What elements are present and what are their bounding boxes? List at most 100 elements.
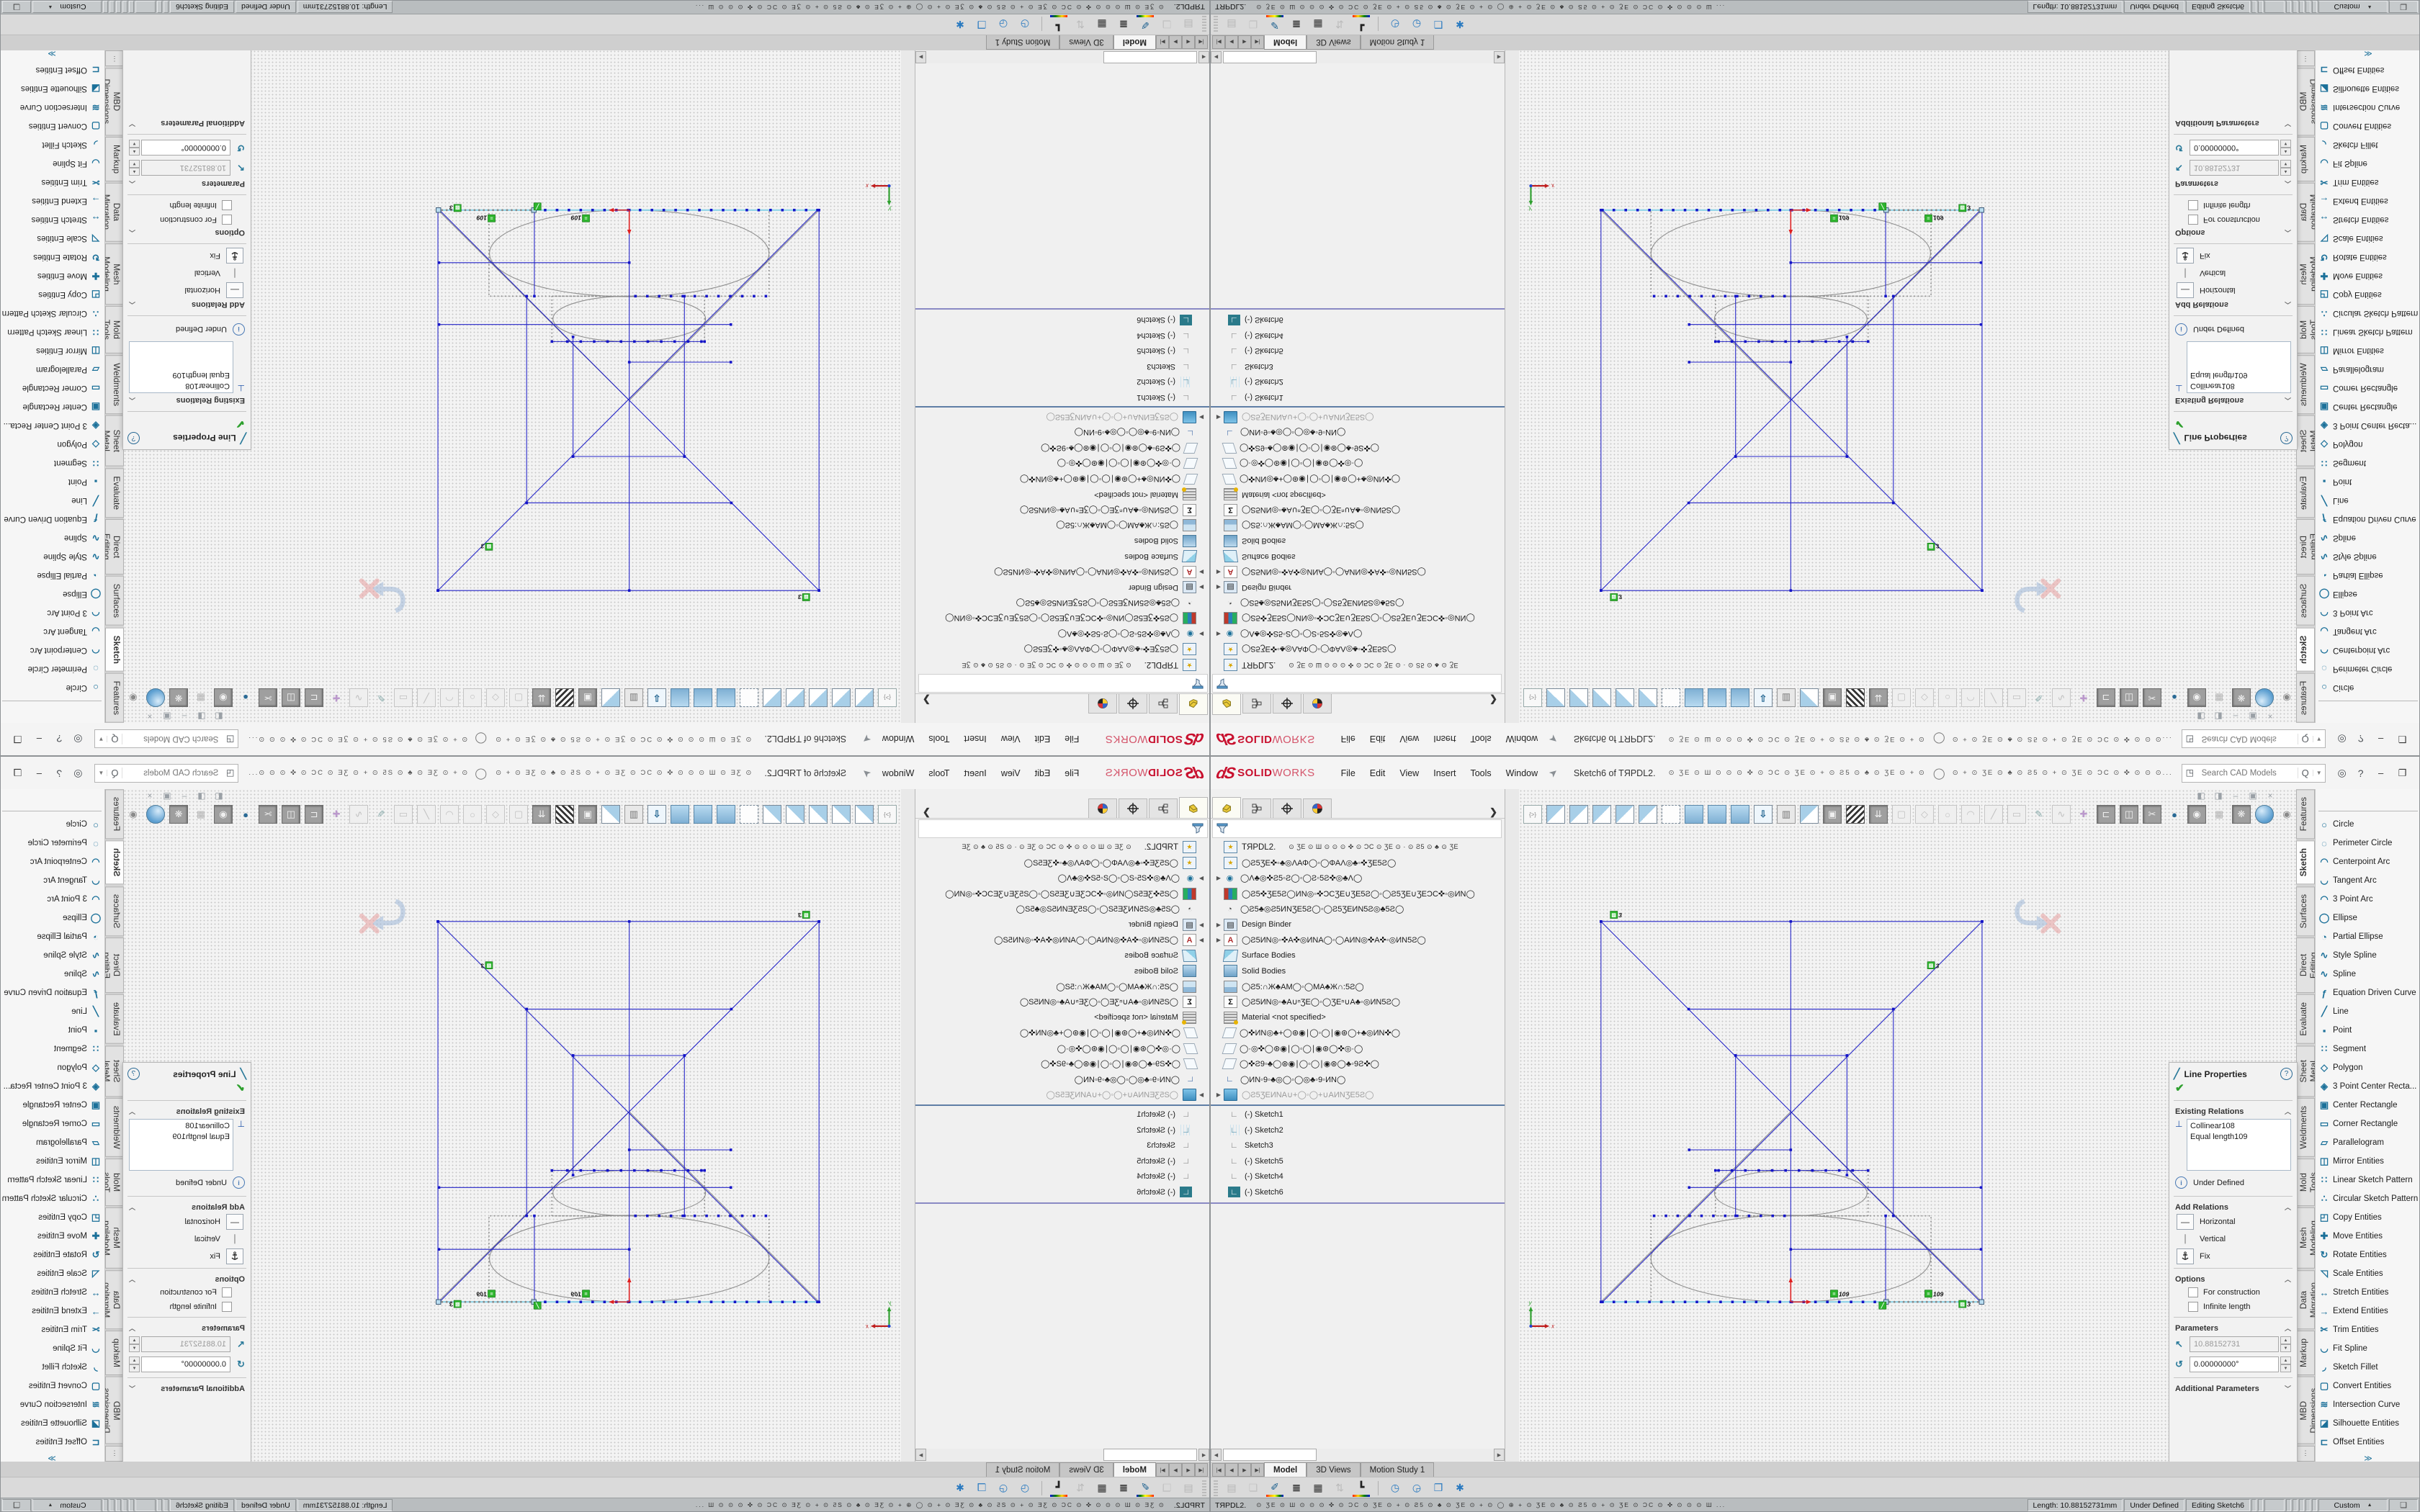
sketch-tree-item[interactable]: ∟(-) Sketch4 [1211,328,1505,343]
tree-item[interactable]: ▶▤Design Binder [1211,580,1505,595]
clock1-icon[interactable]: ◷ [1016,17,1034,32]
filter-icon[interactable]: ⇅ [1072,17,1089,32]
flyout-item-tangent-arc[interactable]: ◡Tangent Arc [0,871,104,890]
tab-mbd-dimensions[interactable]: MBD Dimensions [105,68,124,135]
tab-sheet-metal[interactable]: Sheet Metal [2296,415,2315,467]
collapse-caret-icon[interactable]: ︿ [2285,1202,2291,1212]
flyout-item-equation-driven-curve[interactable]: ƒEquation Driven Curve [2316,984,2420,1002]
tab-sketch[interactable]: Sketch [2296,840,2315,884]
note-icon[interactable]: ▤ [1180,17,1197,32]
property-manager-tab[interactable] [1149,798,1178,818]
brush-icon[interactable]: ✐ [1137,1479,1154,1497]
flyout-item-stretch-entities[interactable]: ↔Stretch Entities [2316,1283,2420,1302]
spin-down-icon[interactable]: ▼ [2280,140,2291,148]
tree-item[interactable]: ▶A◯Ƨ5ИΝ◎◦✜Α✜◎ИΝΑ◯◦◯ΑИΝ◎✜Α✜◦◎ИΝ5Ƨ◯ [915,932,1209,948]
spin-down-icon[interactable]: ▼ [129,140,140,148]
flyout-item-parallelogram[interactable]: ▱Parallelogram [0,360,104,379]
collapse-caret-icon[interactable]: ︿ [129,179,135,189]
menu-insert[interactable]: Insert [957,765,994,782]
tab-3d-views[interactable]: 3D Views [1059,1462,1113,1477]
flyout-item-polygon[interactable]: ◇Polygon [2316,435,2420,454]
tree-item[interactable]: ∟◯ИΝ◦9◦♣◎◯◦◯◎♣◦9◦ИΝ◯ [915,1072,1209,1088]
flyout-item-stretch-entities[interactable]: ↔Stretch Entities [0,1283,104,1302]
collapse-caret-icon[interactable]: ︿ [2285,1107,2291,1116]
tab-model[interactable]: Model [1113,35,1156,50]
display-manager-tab[interactable] [1303,694,1332,714]
flyout-item-point[interactable]: ▪Point [0,1021,104,1040]
flyout-item-offset-entities[interactable]: ⊏Offset Entities [0,60,104,79]
tab-evaluate[interactable]: Evaluate [105,994,124,1044]
flyout-item-intersection-curve[interactable]: ≋Intersection Curve [2316,1395,2420,1414]
flyout-item-ellipse[interactable]: ◯Ellipse [0,585,104,603]
add-relations-section[interactable]: Add Relations ︿ [123,1200,251,1213]
expand-arrow-icon[interactable]: ▶ [1196,937,1206,943]
filter-input[interactable] [1229,823,1501,835]
flyout-item-segment[interactable]: ∷Segment [2316,1040,2420,1058]
user-icon[interactable]: ◎ [2333,733,2352,745]
tab-nav-icon[interactable]: ▶| [1156,1463,1169,1477]
sketch-tree-item[interactable]: ∟(-) Sketch4 [915,328,1209,343]
tab-nav-icon[interactable]: ◀ [1225,35,1238,49]
flyout-item-convert-entities[interactable]: ▢Convert Entities [0,117,104,135]
flyout-item-corner-rectangle[interactable]: ▭Corner Rectangle [0,379,104,397]
parameters-section[interactable]: Parameters ︿ [123,1320,251,1334]
tree-item[interactable]: ◯✜Ƨ9◦♣◯⊛◉∣◯◦◯∣◉⊛◯♣◦9Ƨ✜◯ [1211,441,1505,456]
spin-down-icon[interactable]: ▼ [2280,1364,2291,1372]
tree-item[interactable]: ∟◯ИΝ◦9◦♣◎◯◦◯◎♣◦9◦ИΝ◯ [915,425,1209,441]
tab-direct-editing[interactable]: Direct Editing [2296,519,2315,575]
relation-tag[interactable]: ▨3 [1927,962,1939,970]
flyout-item-rotate-entities[interactable]: ↻Rotate Entities [0,1246,104,1264]
tree-item[interactable]: ◯Ƨ5:∩Ж♣ΑΜ◯◦◯ΜΑ♣Ж∩:5Ƨ◯ [1211,979,1505,995]
spin-down-icon[interactable]: ▼ [129,1344,140,1352]
tree-root-item[interactable]: ★TЯPDL2.⊙ ƷΕ ⊙ Ш ⊙ ⊙ ⊙ ✜ ⊙ ƆC ⊙ ƷΕ ⊙ · ⊙… [915,657,1209,673]
flyout-item-point[interactable]: ▪Point [2316,1021,2420,1040]
filter-icon[interactable]: ⇅ [1331,17,1348,32]
ok-check-icon[interactable]: ✔ [2169,1081,2297,1097]
angle-spinner[interactable]: ▲▼ [129,1356,140,1372]
steps-icon[interactable]: ┗ [1050,15,1067,33]
relation-tag[interactable]: =109 [1830,215,1849,222]
option-for-construction[interactable]: For construction [2169,1285,2297,1300]
tab-3d-views[interactable]: 3D Views [1307,35,1360,50]
tree-item[interactable]: ▶◯Ƨ5ƷΕИΝΑ∪+◯◦◯+∪ΑИΝƷΕ5Ƨ◯ [1211,410,1505,426]
status-corner-icon[interactable]: ❏ [2,1,31,13]
tree-item[interactable]: ◯✜ИΝ◎♣+◯⊛◉∣◯◦◯∣◉⊛◯+♣◎ИΝ✜◯ [915,472,1209,487]
collapse-caret-icon[interactable]: ︿ [2285,300,2291,310]
tree-item[interactable]: ▶A◯Ƨ5ИΝ◎◦✜Α✜◎ИΝΑ◯◦◯ΑИΝ◎✜Α✜◦◎ИΝ5Ƨ◯ [915,564,1209,580]
panel-expand-chevron[interactable]: ❯ [1489,694,1497,706]
close-button[interactable]: ✕ [0,768,6,779]
flyout-item-trim-entities[interactable]: ✂Trim Entities [0,173,104,192]
flyout-item-scale-entities[interactable]: ◹Scale Entities [0,1264,104,1283]
length-spinner[interactable]: ▲▼ [129,1336,140,1352]
flyout-item-3-point-arc[interactable]: ◠3 Point Arc [2316,890,2420,909]
expand-arrow-icon[interactable]: ▶ [1214,1092,1224,1098]
expand-arrow-icon[interactable]: ▶ [1214,631,1224,637]
flyout-item-linear-sketch-pattern[interactable]: ∷Linear Sketch Pattern [2316,323,2420,341]
tree-item[interactable]: Surface Bodies [1211,948,1505,964]
tab-evaluate[interactable]: Evaluate [2296,994,2315,1044]
status-zoom-scale[interactable]: Custom ▲ [32,1499,102,1511]
checkbox-icon[interactable] [222,215,232,225]
flyout-item-center-rectangle[interactable]: ▣Center Rectangle [0,1096,104,1115]
relation-tag[interactable]: =109 [1830,1290,1849,1298]
search-dropdown-icon[interactable]: ▼ [95,770,107,776]
menu-edit[interactable]: Edit [1363,731,1393,748]
collapse-caret-icon[interactable]: ︿ [129,300,135,310]
scroll-right-icon[interactable]: ▶ [1494,1449,1505,1461]
panel-splitter[interactable] [1505,50,1519,723]
relation-tag[interactable]: ╱ [1879,203,1886,210]
relation-tag[interactable]: ▨3 [1959,1300,1971,1308]
tree-item[interactable]: Material <not specified> [915,1010,1209,1026]
menu-tools[interactable]: Tools [921,765,956,782]
property-manager-tab[interactable] [1149,694,1178,714]
flyout-item-line[interactable]: ╱Line [2316,491,2420,510]
tab-mesh-modeling[interactable]: Mesh Modeling [105,243,124,305]
option-for-construction[interactable]: For construction [123,212,251,227]
tree-root-item[interactable]: ★TЯPDL2.⊙ ƷΕ ⊙ Ш ⊙ ⊙ ⊙ ✜ ⊙ ƆC ⊙ ƷΕ ⊙ · ⊙… [1211,657,1505,673]
tree-item[interactable]: Surface Bodies [1211,549,1505,564]
scroll-thumb[interactable] [1103,51,1197,63]
option-for-construction[interactable]: For construction [2169,212,2297,227]
property-manager-tab[interactable] [1242,798,1271,818]
flyout-item-scale-entities[interactable]: ◹Scale Entities [2316,1264,2420,1283]
collapse-caret-icon[interactable]: ︿ [129,228,135,238]
